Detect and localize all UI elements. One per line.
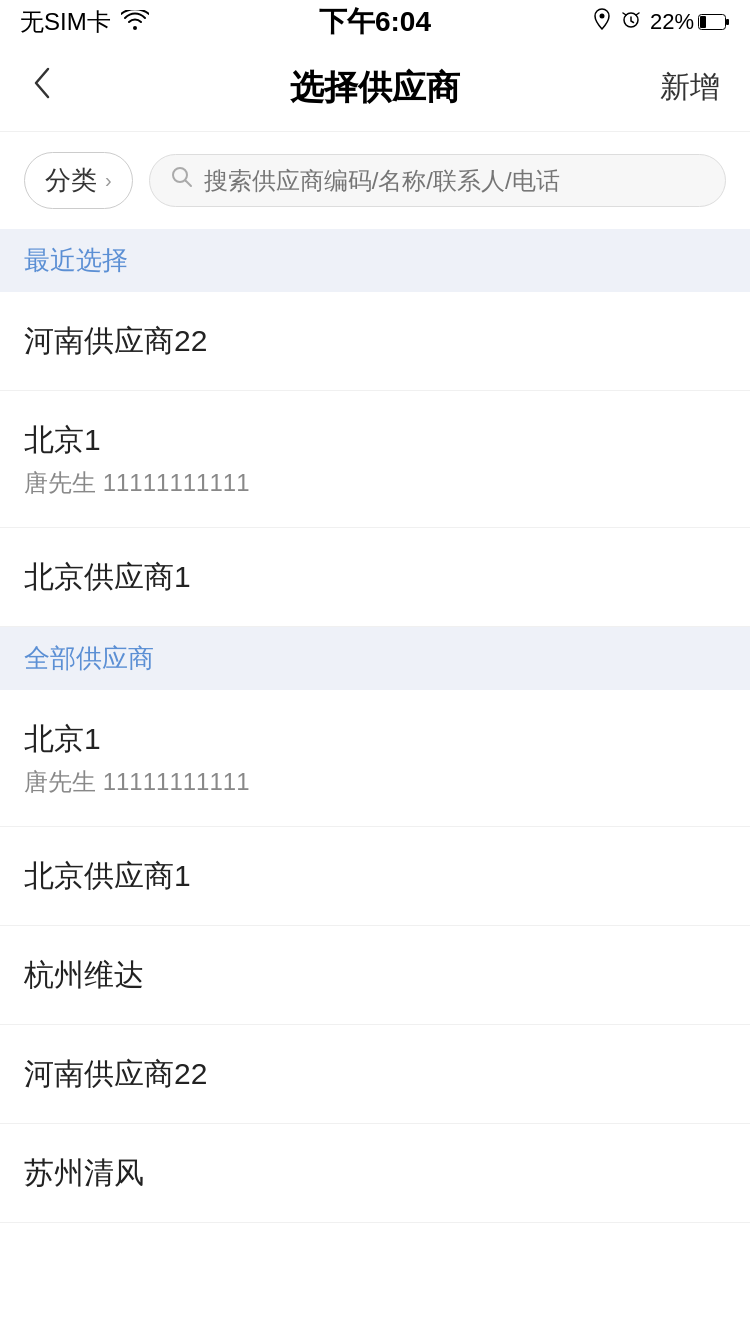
carrier-text: 无SIM卡 xyxy=(20,6,111,38)
location-icon xyxy=(592,7,612,37)
item-sub: 唐先生 11111111111 xyxy=(24,766,726,798)
filter-bar: 分类 › xyxy=(0,132,750,229)
category-label: 分类 xyxy=(45,163,97,198)
item-sub: 唐先生 11111111111 xyxy=(24,467,726,499)
wifi-icon xyxy=(121,8,149,36)
alarm-icon xyxy=(620,8,642,36)
supplier-list: 最近选择河南供应商22 北京1 唐先生 11111111111 北京供应商1 全部供应商… xyxy=(0,229,750,1223)
list-item[interactable]: 杭州维达 xyxy=(0,926,750,1025)
item-name: 河南供应商22 xyxy=(24,320,726,362)
status-time: 下午6:04 xyxy=(319,3,431,41)
svg-point-0 xyxy=(599,14,604,19)
item-name: 苏州清风 xyxy=(24,1152,726,1194)
list-item[interactable]: 苏州清风 xyxy=(0,1124,750,1223)
add-button[interactable]: 新增 xyxy=(660,67,720,108)
list-item[interactable]: 河南供应商22 xyxy=(0,1025,750,1124)
status-left: 无SIM卡 xyxy=(20,6,149,38)
item-name: 北京供应商1 xyxy=(24,556,726,598)
item-name: 河南供应商22 xyxy=(24,1053,726,1095)
status-bar: 无SIM卡 下午6:04 22% xyxy=(0,0,750,44)
search-icon xyxy=(170,165,194,196)
item-name: 北京1 xyxy=(24,718,726,760)
list-item[interactable]: 北京1 唐先生 11111111111 xyxy=(0,391,750,528)
list-item[interactable]: 北京1 唐先生 11111111111 xyxy=(0,690,750,827)
list-item[interactable]: 北京供应商1 xyxy=(0,528,750,627)
back-button[interactable] xyxy=(30,63,90,112)
status-right: 22% xyxy=(592,7,730,37)
battery-text: 22% xyxy=(650,9,730,35)
category-button[interactable]: 分类 › xyxy=(24,152,133,209)
item-name: 北京1 xyxy=(24,419,726,461)
section-header-recent: 最近选择 xyxy=(0,229,750,292)
search-input[interactable] xyxy=(204,167,705,195)
svg-rect-4 xyxy=(726,19,729,25)
nav-bar: 选择供应商 新增 xyxy=(0,44,750,132)
page-title: 选择供应商 xyxy=(290,65,460,111)
list-item[interactable]: 河南供应商22 xyxy=(0,292,750,391)
svg-rect-3 xyxy=(700,16,706,28)
list-item[interactable]: 北京供应商1 xyxy=(0,827,750,926)
chevron-right-icon: › xyxy=(105,169,112,192)
search-box[interactable] xyxy=(149,154,726,207)
item-name: 杭州维达 xyxy=(24,954,726,996)
item-name: 北京供应商1 xyxy=(24,855,726,897)
section-header-all: 全部供应商 xyxy=(0,627,750,690)
